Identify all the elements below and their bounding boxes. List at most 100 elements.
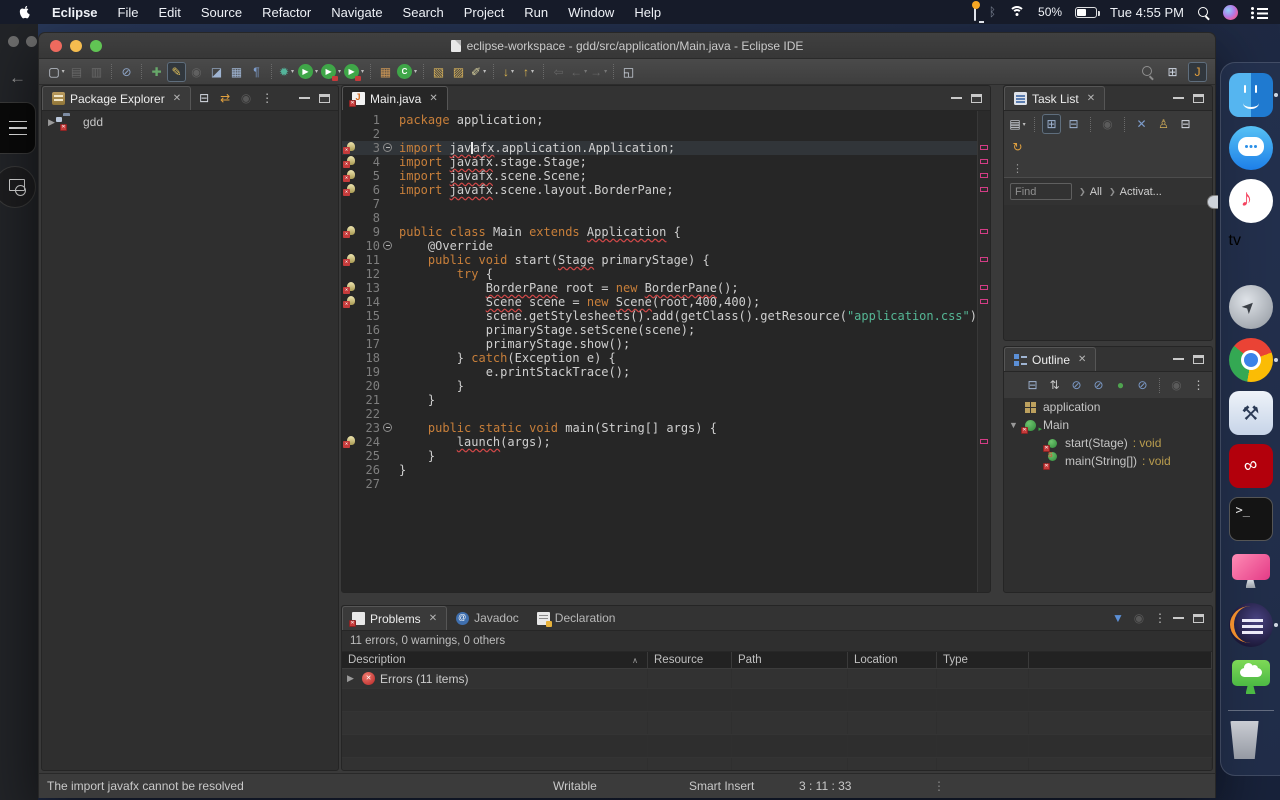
show-view-button[interactable]: ▦ <box>227 62 246 82</box>
code-line[interactable]: 5import javafx.scene.Scene; <box>342 169 990 183</box>
task-list-overflow-icon[interactable]: ⋮ <box>1004 160 1212 177</box>
status-caret-position[interactable]: 3 : 11 : 33 <box>799 779 851 793</box>
menu-app-name[interactable]: Eclipse <box>42 5 108 20</box>
status-overflow-icon[interactable]: ⋮ <box>933 779 945 793</box>
minimize-view-icon[interactable] <box>1173 358 1184 360</box>
dock-item-trash[interactable] <box>1228 720 1274 766</box>
overview-error-marker[interactable] <box>980 257 988 262</box>
code-line[interactable]: 22 <box>342 407 990 421</box>
focus-problems-button[interactable]: ◉ <box>1130 609 1148 627</box>
show-whitespace-button[interactable]: ¶ <box>247 62 266 82</box>
coverage-button[interactable]: ▶ ▾ <box>343 62 365 82</box>
back-history-button[interactable]: ⇦ <box>549 62 568 82</box>
overview-error-marker[interactable] <box>980 145 988 150</box>
back-button[interactable]: ← ▾ <box>569 62 588 82</box>
gutter[interactable] <box>342 309 358 323</box>
gutter[interactable] <box>342 421 358 435</box>
menu-item-window[interactable]: Window <box>558 5 624 20</box>
gutter[interactable] <box>342 477 358 491</box>
gutter[interactable] <box>342 239 358 253</box>
tab-package-explorer[interactable]: Package Explorer ✕ <box>42 86 192 110</box>
outline-item-start-stage-[interactable]: ✕ start(Stage) : void <box>1004 434 1212 452</box>
gutter[interactable] <box>342 393 358 407</box>
overview-error-marker[interactable] <box>980 159 988 164</box>
code-line[interactable]: 15 scene.getStylesheets().add(getClass()… <box>342 309 990 323</box>
expand-arrow-icon[interactable]: ▶ <box>347 673 357 684</box>
menu-item-search[interactable]: Search <box>393 5 454 20</box>
gutter[interactable] <box>342 365 358 379</box>
dock-item-terminal[interactable]: >_ <box>1228 496 1274 542</box>
tab-declaration[interactable]: Declaration <box>528 606 625 630</box>
outline-view-menu-button[interactable]: ⋮ <box>1189 375 1208 395</box>
overview-error-marker[interactable] <box>980 439 988 444</box>
hide-completed-button[interactable]: ✕ <box>1132 114 1151 134</box>
dock-item-xcode[interactable]: ⚒ <box>1228 390 1274 436</box>
code-line[interactable]: 19 e.printStackTrace(); <box>342 365 990 379</box>
code-line[interactable]: 4import javafx.stage.Stage; <box>342 155 990 169</box>
code-line[interactable]: 6import javafx.scene.layout.BorderPane; <box>342 183 990 197</box>
outline-item-application[interactable]: application <box>1004 398 1212 416</box>
run-external-tools-button[interactable]: ▶ ▾ <box>320 62 342 82</box>
dock-item-music[interactable] <box>1228 178 1274 224</box>
code-line[interactable]: 16 primaryStage.setScene(scene); <box>342 323 990 337</box>
new-servlet-button[interactable]: ✚ <box>147 62 166 82</box>
code-line[interactable]: 2 <box>342 127 990 141</box>
column-header-spacer[interactable] <box>1029 652 1212 668</box>
control-center-icon[interactable] <box>1251 6 1268 18</box>
filter-person-button[interactable]: ♙ <box>1154 114 1173 134</box>
new-button[interactable]: ▢ ▾ <box>47 62 66 82</box>
tab-problems[interactable]: ✕ Problems ✕ <box>342 606 448 630</box>
tab-outline[interactable]: Outline ✕ <box>1004 347 1097 371</box>
import-button[interactable]: ▧ <box>429 62 448 82</box>
overview-error-marker[interactable] <box>980 299 988 304</box>
dock-item-remote-desktop[interactable] <box>1228 655 1274 701</box>
siri-icon[interactable] <box>1223 4 1238 20</box>
hamburger-menu-icon[interactable] <box>0 102 36 154</box>
problems-group-row[interactable]: ▶ ✕ Errors (11 items) <box>342 669 1212 688</box>
hide-static-members-button[interactable]: ⊘ <box>1089 375 1108 395</box>
code-line[interactable]: 23 public static void main(String[] args… <box>342 421 990 435</box>
gutter[interactable] <box>342 113 358 127</box>
minimize-view-icon[interactable] <box>299 97 310 99</box>
close-icon[interactable]: ✕ <box>429 93 437 104</box>
code-line[interactable]: 8 <box>342 211 990 225</box>
close-icon[interactable]: ✕ <box>1078 354 1086 365</box>
overview-error-marker[interactable] <box>980 229 988 234</box>
collapse-all-tasks-button[interactable]: ⊟ <box>1176 114 1195 134</box>
minimize-view-icon[interactable] <box>951 97 962 99</box>
gutter[interactable] <box>342 435 358 449</box>
maximize-view-icon[interactable] <box>971 93 982 103</box>
error-marker-icon[interactable] <box>343 254 355 266</box>
fold-collapse-icon[interactable] <box>383 143 392 152</box>
forward-button[interactable]: → ▾ <box>589 62 608 82</box>
dock-item-finder[interactable] <box>1228 72 1278 118</box>
back-arrow-icon[interactable]: ← <box>9 68 26 88</box>
menu-item-project[interactable]: Project <box>454 5 514 20</box>
fold-collapse-icon[interactable] <box>383 241 392 250</box>
gutter[interactable] <box>342 211 358 225</box>
code-line[interactable]: 7 <box>342 197 990 211</box>
go-into-button[interactable]: ↑ ▾ <box>519 62 538 82</box>
overview-error-marker[interactable] <box>980 285 988 290</box>
synchronize-button[interactable]: ↻ <box>1008 137 1027 157</box>
code-line[interactable]: 24 launch(args); <box>342 435 990 449</box>
categorized-view-button[interactable]: ⊞ <box>1042 114 1061 134</box>
outline-item-main[interactable]: ▼✕Main <box>1004 416 1212 434</box>
minimize-view-icon[interactable] <box>1173 617 1184 619</box>
overview-error-marker[interactable] <box>980 173 988 178</box>
gutter[interactable] <box>342 295 358 309</box>
menu-item-edit[interactable]: Edit <box>148 5 190 20</box>
outline-item-main-string-[interactable]: ✕main(String[]) : void <box>1004 451 1212 470</box>
dock-item-chrome[interactable] <box>1228 337 1278 383</box>
collapse-all-pkg-button[interactable]: ⊟ <box>195 89 213 107</box>
code-line[interactable]: 18 } catch(Exception e) { <box>342 351 990 365</box>
gutter[interactable] <box>342 127 358 141</box>
gutter[interactable] <box>342 183 358 197</box>
code-line[interactable]: 27 <box>342 477 990 491</box>
menu-item-refactor[interactable]: Refactor <box>252 5 321 20</box>
view-menu-pkg-button[interactable]: ⋮ <box>258 89 276 107</box>
menu-item-navigate[interactable]: Navigate <box>321 5 392 20</box>
code-line[interactable]: 20 } <box>342 379 990 393</box>
java-perspective-button[interactable]: J <box>1188 61 1207 82</box>
display-notification-icon[interactable] <box>971 0 980 21</box>
